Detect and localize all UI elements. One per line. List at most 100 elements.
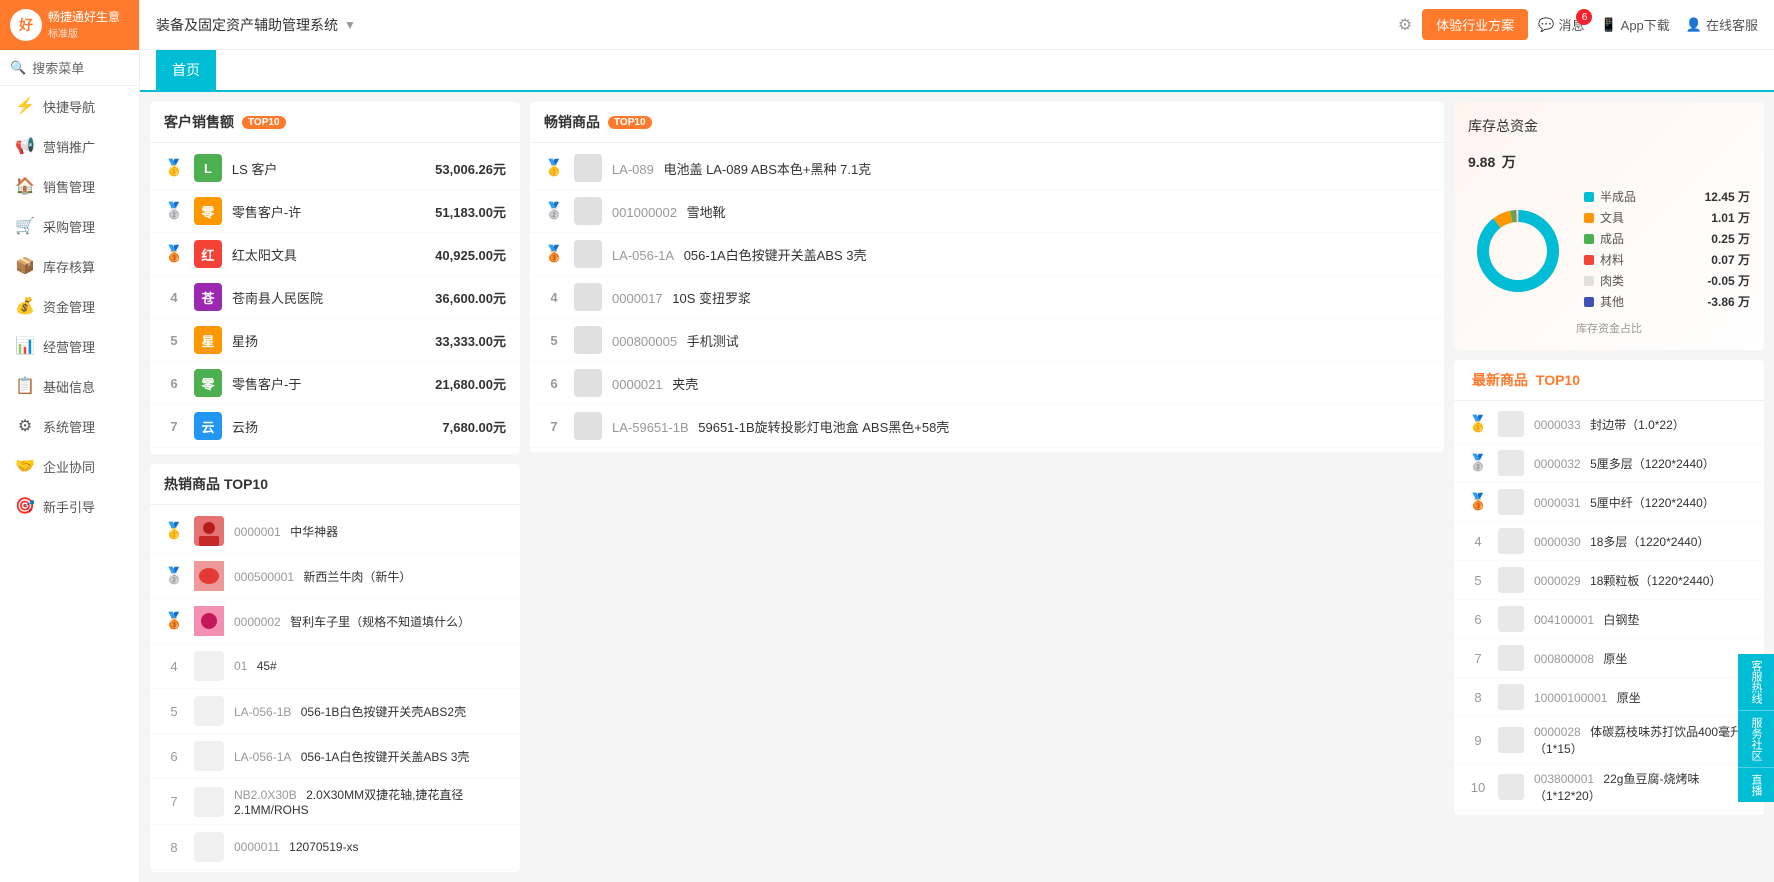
newest-info-7: 000800008 原坐: [1534, 650, 1750, 667]
tab-home[interactable]: 首页: [156, 50, 216, 90]
newest-item-5[interactable]: 5 0000029 18颗粒板（1220*2440）: [1454, 561, 1764, 600]
newest-info-6: 004100001 白钢垫: [1534, 611, 1750, 628]
bestseller-item-6[interactable]: 6 0000021 夹壳: [530, 362, 1444, 405]
customer-rank-item-4[interactable]: 4 苍 苍南县人民医院 36,600.00元: [150, 276, 520, 319]
hot-item-6[interactable]: 6 LA-056-1A 056-1A白色按键开关盖ABS 3壳: [150, 734, 520, 779]
newest-item-10[interactable]: 10 003800001 22g鱼豆腐-烧烤味（1*12*20）: [1454, 764, 1764, 811]
gear-icon[interactable]: ⚙: [1398, 15, 1412, 35]
newest-item-3[interactable]: 🥉 0000031 5厘中纤（1220*2440）: [1454, 483, 1764, 522]
bestseller-item-4[interactable]: 4 0000017 10S 变扭罗浆: [530, 276, 1444, 319]
hot-rank-7: 7: [164, 794, 184, 809]
hot-item-8[interactable]: 8 0000011 12070519-xs: [150, 825, 520, 870]
newest-item-8[interactable]: 8 10000100001 原坐: [1454, 678, 1764, 717]
hot-products-list: 🥇 0000001 中华神器 🥈: [150, 505, 520, 872]
newest-img-1: [1498, 411, 1524, 437]
newest-item-6[interactable]: 6 004100001 白钢垫: [1454, 600, 1764, 639]
sidebar-item-marketing[interactable]: 📢 营销推广: [0, 126, 139, 166]
newest-item-7[interactable]: 7 000800008 原坐: [1454, 639, 1764, 678]
bestseller-avatar-1: [574, 154, 602, 182]
float-btn-community[interactable]: 服务社区: [1738, 711, 1774, 768]
customer-rank-item-8[interactable]: 8 肖 肖总 7,563.00元: [150, 448, 520, 454]
marketing-label: 营销推广: [43, 137, 95, 156]
bestseller-avatar-7: [574, 412, 602, 440]
newest-item-2[interactable]: 🥈 0000032 5厘多层（1220*2440）: [1454, 444, 1764, 483]
hot-info-7: NB2.0X30B 2.0X30MM双捷花轴,捷花直径2.1MM/ROHS: [234, 786, 506, 817]
float-btn-service[interactable]: 客服热线: [1738, 654, 1774, 711]
customer-name-7: 云扬: [232, 417, 432, 436]
chart-subtitle: 库存资金占比: [1468, 320, 1750, 336]
hot-img-3: [194, 606, 224, 636]
customer-avatar-6: 零: [194, 369, 222, 397]
customer-rank-item-2[interactable]: 🥈 零 零售客户-许 51,183.00元: [150, 190, 520, 233]
notifications-item[interactable]: 💬 消息 6: [1538, 15, 1584, 34]
newest-header: 最新商品 TOP10: [1454, 360, 1764, 401]
customer-value-5: 33,333.00元: [435, 331, 506, 350]
hot-item-5[interactable]: 5 LA-056-1B 056-1B白色按键开关壳ABS2壳: [150, 689, 520, 734]
sidebar-item-purchase[interactable]: 🛒 采购管理: [0, 206, 139, 246]
hot-info-8: 0000011 12070519-xs: [234, 840, 506, 854]
customer-rank-title: 客户销售额: [164, 112, 234, 132]
sidebar-item-inventory[interactable]: 📦 库存核算: [0, 246, 139, 286]
hot-id-6: LA-056-1A: [234, 750, 291, 764]
right-sections: 库存总资金 9.88 万: [1454, 102, 1764, 872]
bestseller-item-3[interactable]: 🥉 LA-056-1A 056-1A白色按键开关盖ABS 3壳: [530, 233, 1444, 276]
hot-item-2[interactable]: 🥈 000500001 新西兰牛肉（新牛）: [150, 554, 520, 599]
collab-label: 企业协同: [43, 457, 95, 476]
customer-rank-item-5[interactable]: 5 星 星扬 33,333.00元: [150, 319, 520, 362]
sidebar-item-sales[interactable]: 🏠 销售管理: [0, 166, 139, 206]
hot-info-3: 0000002 智利车子里（规格不知道填什么）: [234, 613, 506, 630]
sidebar-search[interactable]: 🔍 搜索菜单: [0, 50, 139, 86]
customer-value-7: 7,680.00元: [442, 417, 506, 436]
sidebar-item-system[interactable]: ⚙ 系统管理: [0, 406, 139, 446]
customer-avatar-5: 星: [194, 326, 222, 354]
rank-num-5: 5: [164, 333, 184, 348]
sidebar-item-finance[interactable]: 💰 资金管理: [0, 286, 139, 326]
system-dropdown-arrow[interactable]: ▼: [344, 18, 356, 32]
hot-item-1[interactable]: 🥇 0000001 中华神器: [150, 509, 520, 554]
app-download-item[interactable]: 📱 App下载: [1600, 15, 1669, 34]
hot-item-7[interactable]: 7 NB2.0X30B 2.0X30MM双捷花轴,捷花直径2.1MM/ROHS: [150, 779, 520, 825]
newest-info-4: 0000030 18多层（1220*2440）: [1534, 533, 1750, 550]
hot-info-1: 0000001 中华神器: [234, 523, 506, 540]
customer-rank-item-1[interactable]: 🥇 L LS 客户 53,006.26元: [150, 147, 520, 190]
sidebar-item-newguide[interactable]: 🎯 新手引导: [0, 486, 139, 526]
hot-item-4[interactable]: 4 01 45#: [150, 644, 520, 689]
newest-item-1[interactable]: 🥇 0000033 封边带（1.0*22）: [1454, 405, 1764, 444]
quicknav-label: 快捷导航: [43, 97, 95, 116]
legend-meat: 肉类 -0.05 万: [1584, 272, 1750, 289]
sidebar-item-collab[interactable]: 🤝 企业协同: [0, 446, 139, 486]
hot-item-3[interactable]: 🥉 0000002 智利车子里（规格不知道填什么）: [150, 599, 520, 644]
newest-medal-1: 🥇: [1468, 414, 1488, 434]
customer-value-1: 53,006.26元: [435, 159, 506, 178]
sidebar-item-operations[interactable]: 📊 经营管理: [0, 326, 139, 366]
operations-icon: 📊: [15, 336, 35, 356]
content-area: 客户销售额 TOP10 🥇 L LS 客户 53,006.26元 🥈 零 零售客…: [140, 92, 1774, 882]
bestseller-item-5[interactable]: 5 000800005 手机测试: [530, 319, 1444, 362]
sidebar-item-basics[interactable]: 📋 基础信息: [0, 366, 139, 406]
customer-rank-item-3[interactable]: 🥉 红 红太阳文具 40,925.00元: [150, 233, 520, 276]
bestseller-title: 畅销商品: [544, 112, 600, 132]
customer-rank-item-7[interactable]: 7 云 云扬 7,680.00元: [150, 405, 520, 448]
system-label: 系统管理: [43, 417, 95, 436]
online-service-item[interactable]: 👤 在线客服: [1686, 15, 1758, 34]
customer-rank-item-6[interactable]: 6 零 零售客户-于 21,680.00元: [150, 362, 520, 405]
legend-value-2: 0.25 万: [1711, 230, 1750, 247]
bestseller-item-7[interactable]: 7 LA-59651-1B 59651-1B旋转投影灯电池盒 ABS黑色+58壳: [530, 405, 1444, 448]
sales-label: 销售管理: [43, 177, 95, 196]
bestseller-item-1[interactable]: 🥇 LA-089 电池盖 LA-089 ABS本色+黑种 7.1克: [530, 147, 1444, 190]
rank-medal-3: 🥉: [164, 244, 184, 264]
bestseller-item-2[interactable]: 🥈 001000002 雪地靴: [530, 190, 1444, 233]
bestseller-name-6: 0000021 夹壳: [612, 374, 1430, 393]
trial-button[interactable]: 体验行业方案: [1422, 9, 1528, 40]
hot-id-2: 000500001: [234, 570, 294, 584]
purchase-label: 采购管理: [43, 217, 95, 236]
customer-avatar-1: L: [194, 154, 222, 182]
float-btn-live[interactable]: 直播: [1738, 768, 1774, 802]
customer-rank-badge: TOP10: [242, 116, 286, 129]
hot-item-9[interactable]: 9 KK-SD22110H 花语萌恒温分腿睡袋（厚款）: [150, 870, 520, 872]
hot-id-5: LA-056-1B: [234, 705, 291, 719]
newest-item-4[interactable]: 4 0000030 18多层（1220*2440）: [1454, 522, 1764, 561]
legend-material: 材料 0.07 万: [1584, 251, 1750, 268]
sidebar-item-quicknav[interactable]: ⚡ 快捷导航: [0, 86, 139, 126]
newest-item-9[interactable]: 9 0000028 体碳荔枝味苏打饮品400毫升（1*15）: [1454, 717, 1764, 764]
